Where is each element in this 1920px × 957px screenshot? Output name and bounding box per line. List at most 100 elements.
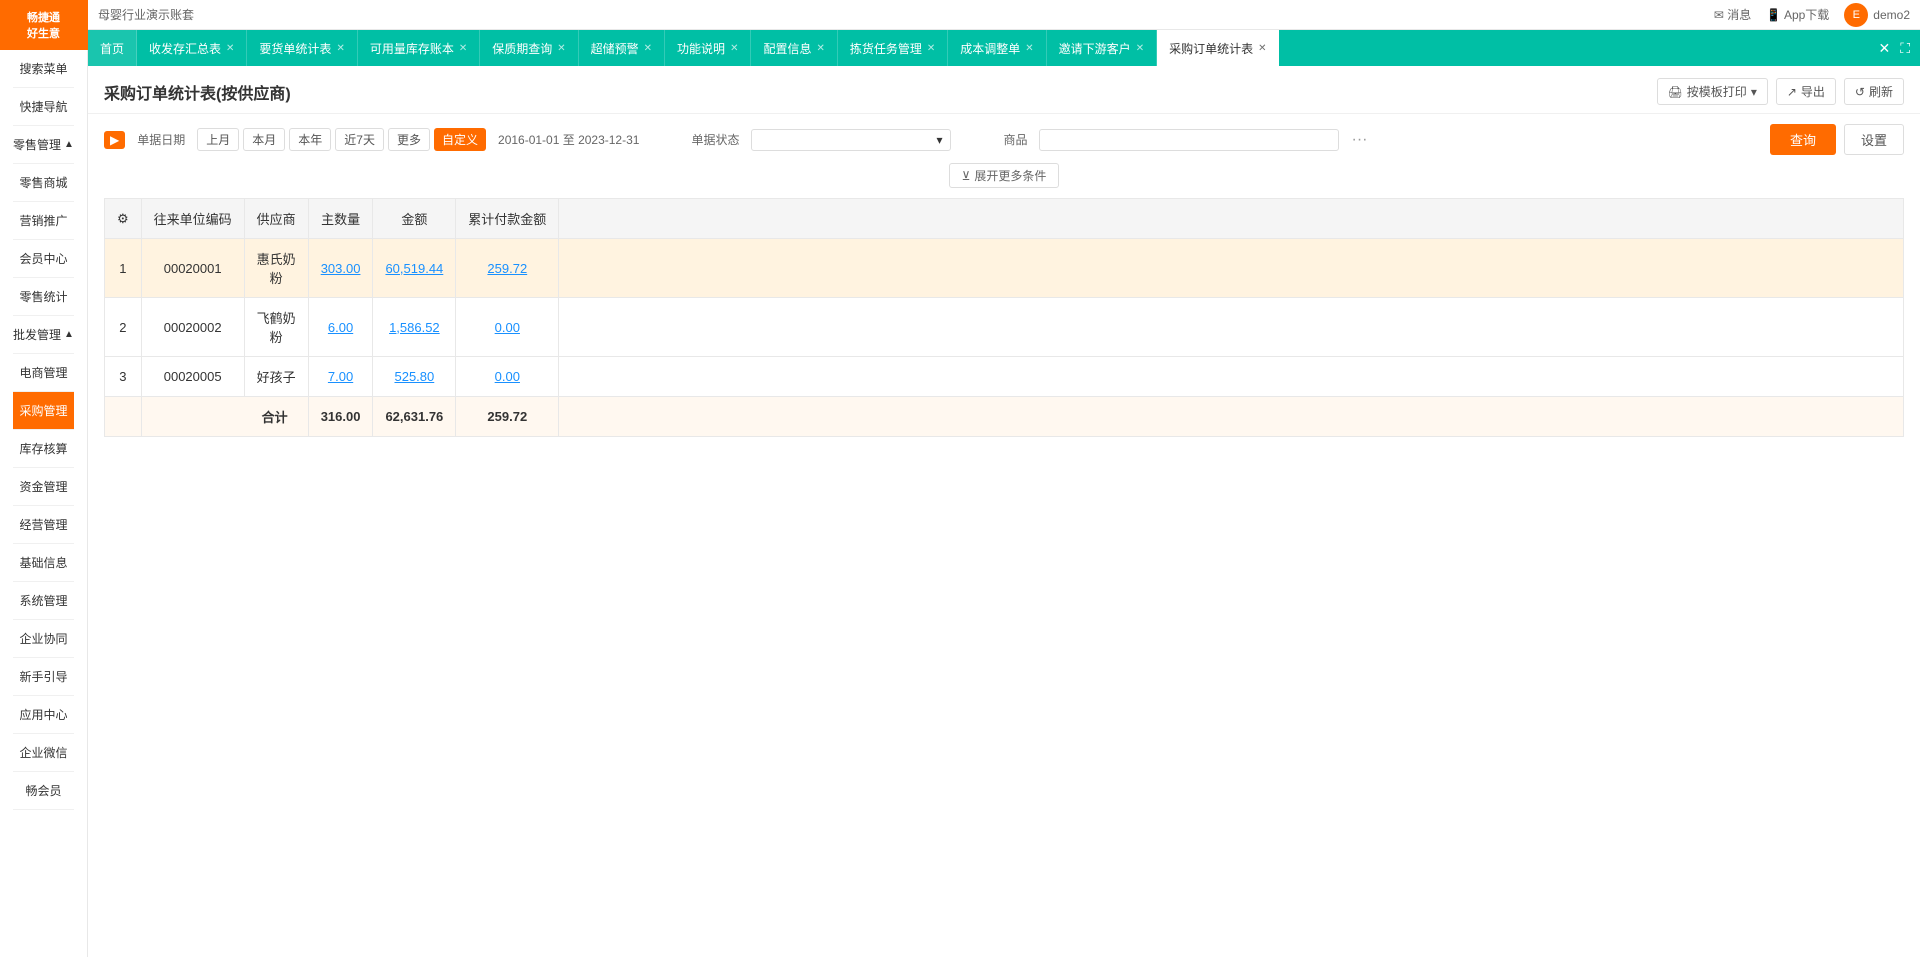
settings-btn[interactable]: 设置 (1844, 124, 1904, 155)
tab-item-1[interactable]: 收发存汇总表✕ (137, 30, 247, 66)
cell-quantity[interactable]: 6.00 (308, 298, 373, 357)
tab-fullscreen-icon[interactable]: ⛶ (1900, 40, 1910, 57)
tab-close-btn[interactable]: ✕ (1136, 43, 1144, 54)
cell-code: 00020001 (141, 239, 244, 298)
tab-label: 首页 (100, 40, 124, 57)
cell-code: 00020002 (141, 298, 244, 357)
tab-item-6[interactable]: 功能说明✕ (665, 30, 751, 66)
sidebar-label: 企业微信 (19, 744, 67, 761)
sidebar-item-16[interactable]: 新手引导 (13, 658, 74, 696)
cell-amount[interactable]: 1,586.52 (373, 298, 456, 357)
more-dates-btn[interactable]: 更多 (388, 128, 430, 151)
tab-close-btn[interactable]: ✕ (1025, 43, 1033, 54)
refresh-btn[interactable]: ↺ 刷新 (1844, 78, 1904, 105)
cell-amount[interactable]: 525.80 (373, 357, 456, 397)
sidebar-item-13[interactable]: 基础信息 (13, 544, 74, 582)
sidebar-item-9[interactable]: 采购管理 (13, 392, 74, 430)
tab-item-5[interactable]: 超储预警✕ (579, 30, 665, 66)
cell-paid[interactable]: 259.72 (456, 239, 559, 298)
status-filter-label: 单据状态 (691, 131, 739, 148)
tab-close-btn[interactable]: ✕ (459, 43, 467, 54)
goods-search-input[interactable] (1039, 129, 1339, 151)
custom-date-btn[interactable]: 自定义 (434, 128, 486, 151)
tab-close-btn[interactable]: ✕ (336, 43, 344, 54)
sidebar-label: 快捷导航 (19, 98, 67, 115)
tab-close-btn[interactable]: ✕ (816, 43, 824, 54)
template-print-btn[interactable]: 🖨 按模板打印 ▾ (1657, 78, 1768, 105)
tab-item-2[interactable]: 要货单统计表✕ (247, 30, 357, 66)
app-download-btn[interactable]: 📱 App下载 (1766, 6, 1829, 23)
sidebar-label: 新手引导 (19, 668, 67, 685)
cell-quantity[interactable]: 7.00 (308, 357, 373, 397)
tab-item-7[interactable]: 配置信息✕ (751, 30, 837, 66)
sidebar-item-7[interactable]: 批发管理▲ (13, 316, 74, 354)
tab-item-9[interactable]: 成本调整单✕ (948, 30, 1046, 66)
expand-more-row: ⊻ 展开更多条件 (104, 163, 1904, 188)
sidebar-item-0[interactable]: 搜索菜单 (13, 50, 74, 88)
tab-close-btn[interactable]: ✕ (557, 43, 565, 54)
sidebar-item-2[interactable]: 零售管理▲ (13, 126, 74, 164)
footer-paid: 259.72 (456, 397, 559, 437)
cell-supplier: 好孩子 (244, 357, 308, 397)
tab-close-icon[interactable]: ✕ (1878, 40, 1890, 57)
sidebar-item-1[interactable]: 快捷导航 (13, 88, 74, 126)
tab-close-btn[interactable]: ✕ (730, 43, 738, 54)
query-btn[interactable]: 查询 (1770, 124, 1836, 155)
cell-paid[interactable]: 0.00 (456, 357, 559, 397)
sidebar-item-19[interactable]: 畅会员 (13, 772, 74, 810)
cell-quantity[interactable]: 303.00 (308, 239, 373, 298)
user-menu[interactable]: E demo2 (1844, 3, 1910, 27)
sidebar-item-6[interactable]: 零售统计 (13, 278, 74, 316)
sidebar-item-5[interactable]: 会员中心 (13, 240, 74, 278)
sidebar-item-18[interactable]: 企业微信 (13, 734, 74, 772)
tab-item-4[interactable]: 保质期查询 ✕ (480, 30, 578, 66)
this-month-btn[interactable]: 本月 (243, 128, 285, 151)
this-year-btn[interactable]: 本年 (289, 128, 331, 151)
tab-item-3[interactable]: 可用量库存账本✕ (358, 30, 480, 66)
date-shortcut-btns: 上月 本月 本年 近7天 更多 自定义 (197, 128, 486, 151)
page-header: 采购订单统计表(按供应商) 🖨 按模板打印 ▾ ↗ 导出 ↺ 刷新 (88, 66, 1920, 114)
sidebar-item-4[interactable]: 营销推广 (13, 202, 74, 240)
sidebar-item-3[interactable]: 零售商城 (13, 164, 74, 202)
sidebar-label: 经营管理 (19, 516, 67, 533)
filter-expand-toggle[interactable]: ▶ (104, 131, 125, 149)
sidebar-item-17[interactable]: 应用中心 (13, 696, 74, 734)
tab-close-btn[interactable]: ✕ (644, 43, 652, 54)
more-options-icon[interactable]: ··· (1351, 131, 1367, 149)
message-btn[interactable]: ✉ 消息 (1714, 6, 1751, 23)
cell-extra (559, 357, 1904, 397)
print-icon: 🖨 (1668, 85, 1683, 99)
sidebar-item-14[interactable]: 系统管理 (13, 582, 74, 620)
cell-no: 1 (105, 239, 142, 298)
sidebar-item-15[interactable]: 企业协同 (13, 620, 74, 658)
tab-close-btn[interactable]: ✕ (1258, 43, 1266, 54)
table-row: 2 00020002 飞鹤奶粉 6.00 1,586.52 0.00 (105, 298, 1904, 357)
sidebar-item-10[interactable]: 库存核算 (13, 430, 74, 468)
sidebar-label: 畅会员 (25, 782, 61, 799)
export-btn[interactable]: ↗ 导出 (1776, 78, 1836, 105)
footer-label: 合计 (141, 397, 308, 437)
sidebar-label: 基础信息 (19, 554, 67, 571)
sidebar-label: 资金管理 (19, 478, 67, 495)
sidebar-label: 电商管理 (19, 364, 67, 381)
status-select[interactable]: ▾ (751, 129, 951, 151)
tab-label: 保质期查询 (492, 40, 552, 57)
tab-item-8[interactable]: 拣货任务管理✕ (838, 30, 948, 66)
last-month-btn[interactable]: 上月 (197, 128, 239, 151)
filter-area: ▶ 单据日期 上月 本月 本年 近7天 更多 自定义 2016-01-01 至 … (88, 114, 1920, 198)
tab-item-10[interactable]: 邀请下游客户✕ (1047, 30, 1157, 66)
tab-item-11[interactable]: 采购订单统计表✕ (1157, 30, 1279, 66)
cell-amount[interactable]: 60,519.44 (373, 239, 456, 298)
expand-more-btn[interactable]: ⊻ 展开更多条件 (949, 163, 1060, 188)
sidebar-item-11[interactable]: 资金管理 (13, 468, 74, 506)
col-settings[interactable]: ⚙ (105, 199, 142, 239)
tab-close-btn[interactable]: ✕ (226, 43, 234, 54)
arrow-icon: ▲ (64, 139, 74, 150)
tab-close-btn[interactable]: ✕ (927, 43, 935, 54)
col-quantity: 主数量 (308, 199, 373, 239)
sidebar-item-12[interactable]: 经营管理 (13, 506, 74, 544)
cell-paid[interactable]: 0.00 (456, 298, 559, 357)
tab-item-0[interactable]: 首页 (88, 30, 137, 66)
sidebar-item-8[interactable]: 电商管理 (13, 354, 74, 392)
last-7days-btn[interactable]: 近7天 (335, 128, 384, 151)
